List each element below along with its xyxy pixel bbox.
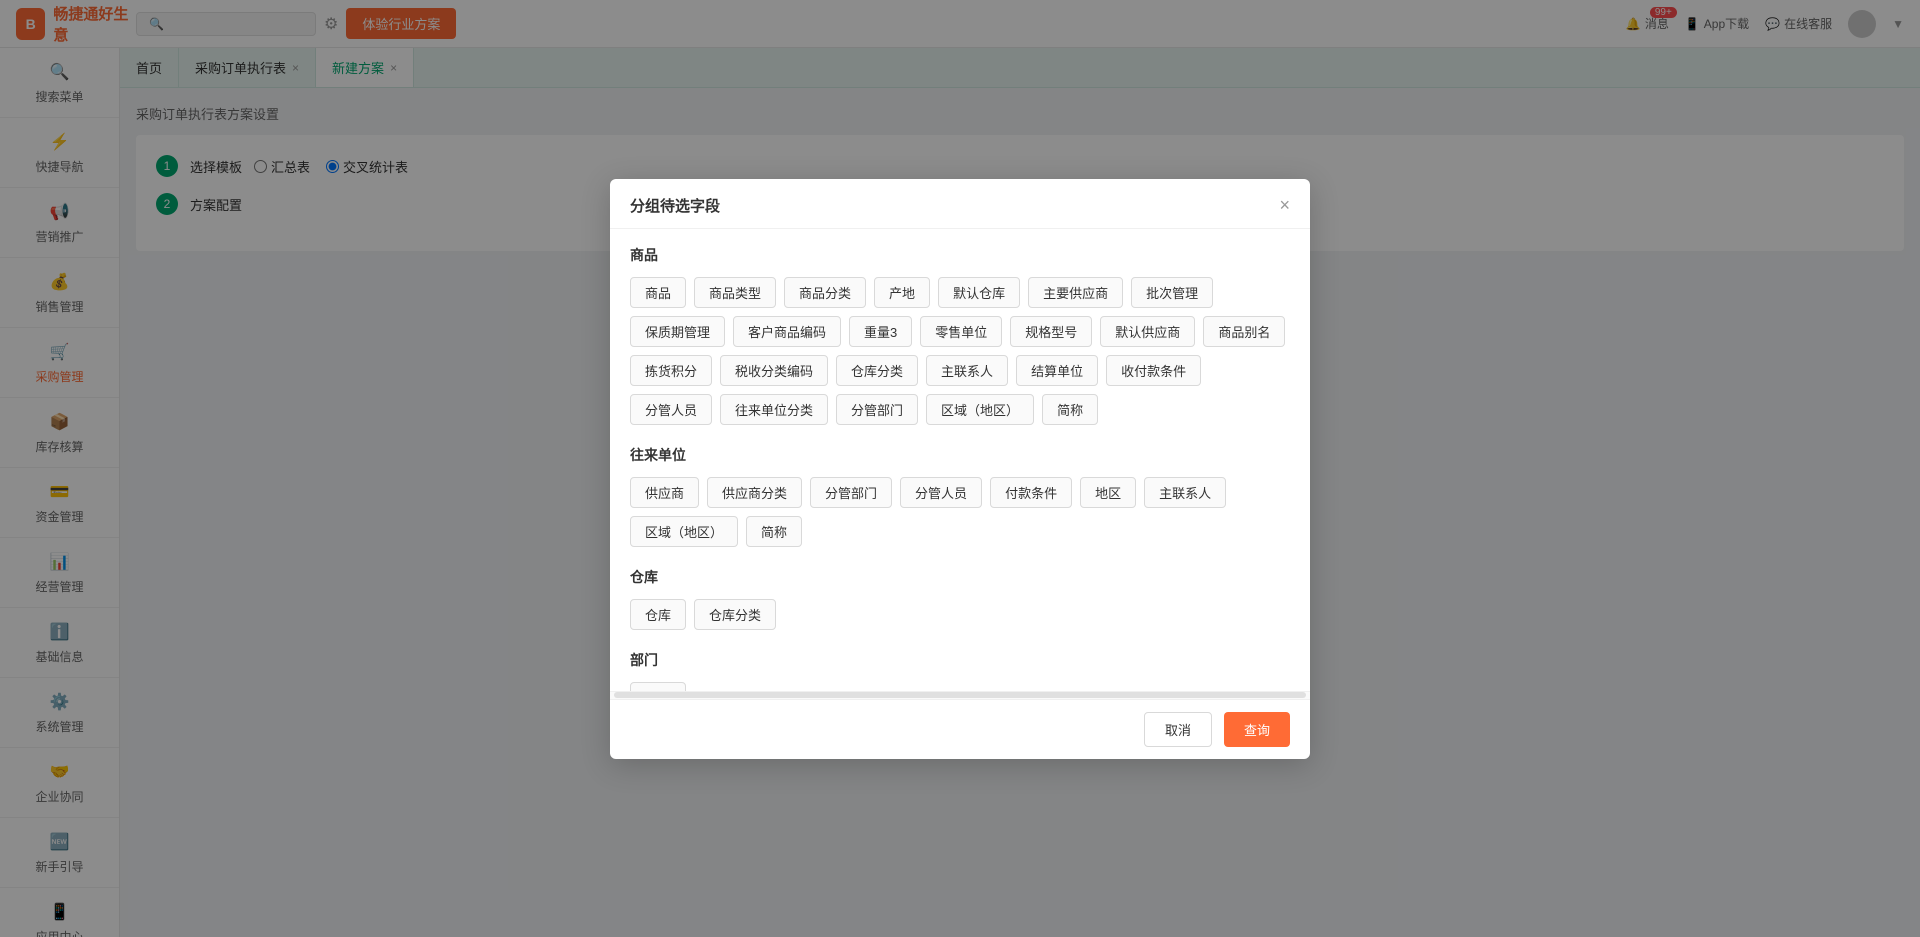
section-partner-grid: 供应商 供应商分类 分管部门 分管人员 付款条件 地区 主联系人 区域（地区） … [630,477,1290,547]
modal-hscroll[interactable] [610,691,1310,699]
field-main-contact2[interactable]: 主联系人 [1144,477,1226,508]
field-customer-code[interactable]: 客户商品编码 [733,316,841,347]
field-warehouse-category[interactable]: 仓库分类 [836,355,918,386]
field-warehouse-cat[interactable]: 仓库分类 [694,599,776,630]
field-department[interactable]: 部门 [630,682,686,691]
modal-title: 分组待选字段 [630,195,720,216]
field-goods-category[interactable]: 商品分类 [784,277,866,308]
field-abbr2[interactable]: 简称 [746,516,802,547]
section-department-grid: 部门 [630,682,1290,691]
field-dept-charge[interactable]: 分管部门 [810,477,892,508]
field-goods[interactable]: 商品 [630,277,686,308]
field-pick-points[interactable]: 拣货积分 [630,355,712,386]
field-tax-code[interactable]: 税收分类编码 [720,355,828,386]
modal-overlay: 分组待选字段 × 商品 商品 商品类型 商品分类 产地 默认仓库 主要供应商 批… [0,0,1920,937]
field-batch-mgmt[interactable]: 批次管理 [1131,277,1213,308]
field-pay-terms[interactable]: 付款条件 [990,477,1072,508]
modal-body: 商品 商品 商品类型 商品分类 产地 默认仓库 主要供应商 批次管理 保质期管理… [610,229,1310,691]
field-origin[interactable]: 产地 [874,277,930,308]
section-goods-title: 商品 [630,245,1290,265]
section-partner: 往来单位 供应商 供应商分类 分管部门 分管人员 付款条件 地区 主联系人 区域… [630,445,1290,547]
section-warehouse: 仓库 仓库 仓库分类 [630,567,1290,630]
field-abbr[interactable]: 简称 [1042,394,1098,425]
field-settlement-unit[interactable]: 结算单位 [1016,355,1098,386]
field-select-modal: 分组待选字段 × 商品 商品 商品类型 商品分类 产地 默认仓库 主要供应商 批… [610,179,1310,759]
field-warehouse[interactable]: 仓库 [630,599,686,630]
field-main-supplier[interactable]: 主要供应商 [1028,277,1123,308]
field-dept-in-charge[interactable]: 分管部门 [836,394,918,425]
field-supervisor[interactable]: 分管人员 [630,394,712,425]
field-main-contact[interactable]: 主联系人 [926,355,1008,386]
field-supplier[interactable]: 供应商 [630,477,699,508]
section-warehouse-title: 仓库 [630,567,1290,587]
section-department-title: 部门 [630,650,1290,670]
cancel-button[interactable]: 取消 [1144,712,1212,747]
modal-close-btn[interactable]: × [1279,196,1290,214]
field-goods-type[interactable]: 商品类型 [694,277,776,308]
field-supplier-category[interactable]: 供应商分类 [707,477,802,508]
modal-footer: 取消 查询 [610,699,1310,759]
section-department: 部门 部门 [630,650,1290,691]
field-default-warehouse[interactable]: 默认仓库 [938,277,1020,308]
field-region[interactable]: 区域（地区） [926,394,1034,425]
field-region2[interactable]: 区域（地区） [630,516,738,547]
field-partner-category[interactable]: 往来单位分类 [720,394,828,425]
field-default-supplier[interactable]: 默认供应商 [1100,316,1195,347]
field-retail-unit[interactable]: 零售单位 [920,316,1002,347]
section-goods-grid: 商品 商品类型 商品分类 产地 默认仓库 主要供应商 批次管理 保质期管理 客户… [630,277,1290,425]
confirm-button[interactable]: 查询 [1224,712,1290,747]
field-person-charge[interactable]: 分管人员 [900,477,982,508]
section-goods: 商品 商品 商品类型 商品分类 产地 默认仓库 主要供应商 批次管理 保质期管理… [630,245,1290,425]
field-expiry-mgmt[interactable]: 保质期管理 [630,316,725,347]
section-warehouse-grid: 仓库 仓库分类 [630,599,1290,630]
field-weight3[interactable]: 重量3 [849,316,912,347]
modal-header: 分组待选字段 × [610,179,1310,229]
modal-hscroll-thumb [614,692,1306,698]
field-area[interactable]: 地区 [1080,477,1136,508]
section-partner-title: 往来单位 [630,445,1290,465]
field-goods-alias[interactable]: 商品别名 [1203,316,1285,347]
field-payment-terms[interactable]: 收付款条件 [1106,355,1201,386]
field-spec-model[interactable]: 规格型号 [1010,316,1092,347]
